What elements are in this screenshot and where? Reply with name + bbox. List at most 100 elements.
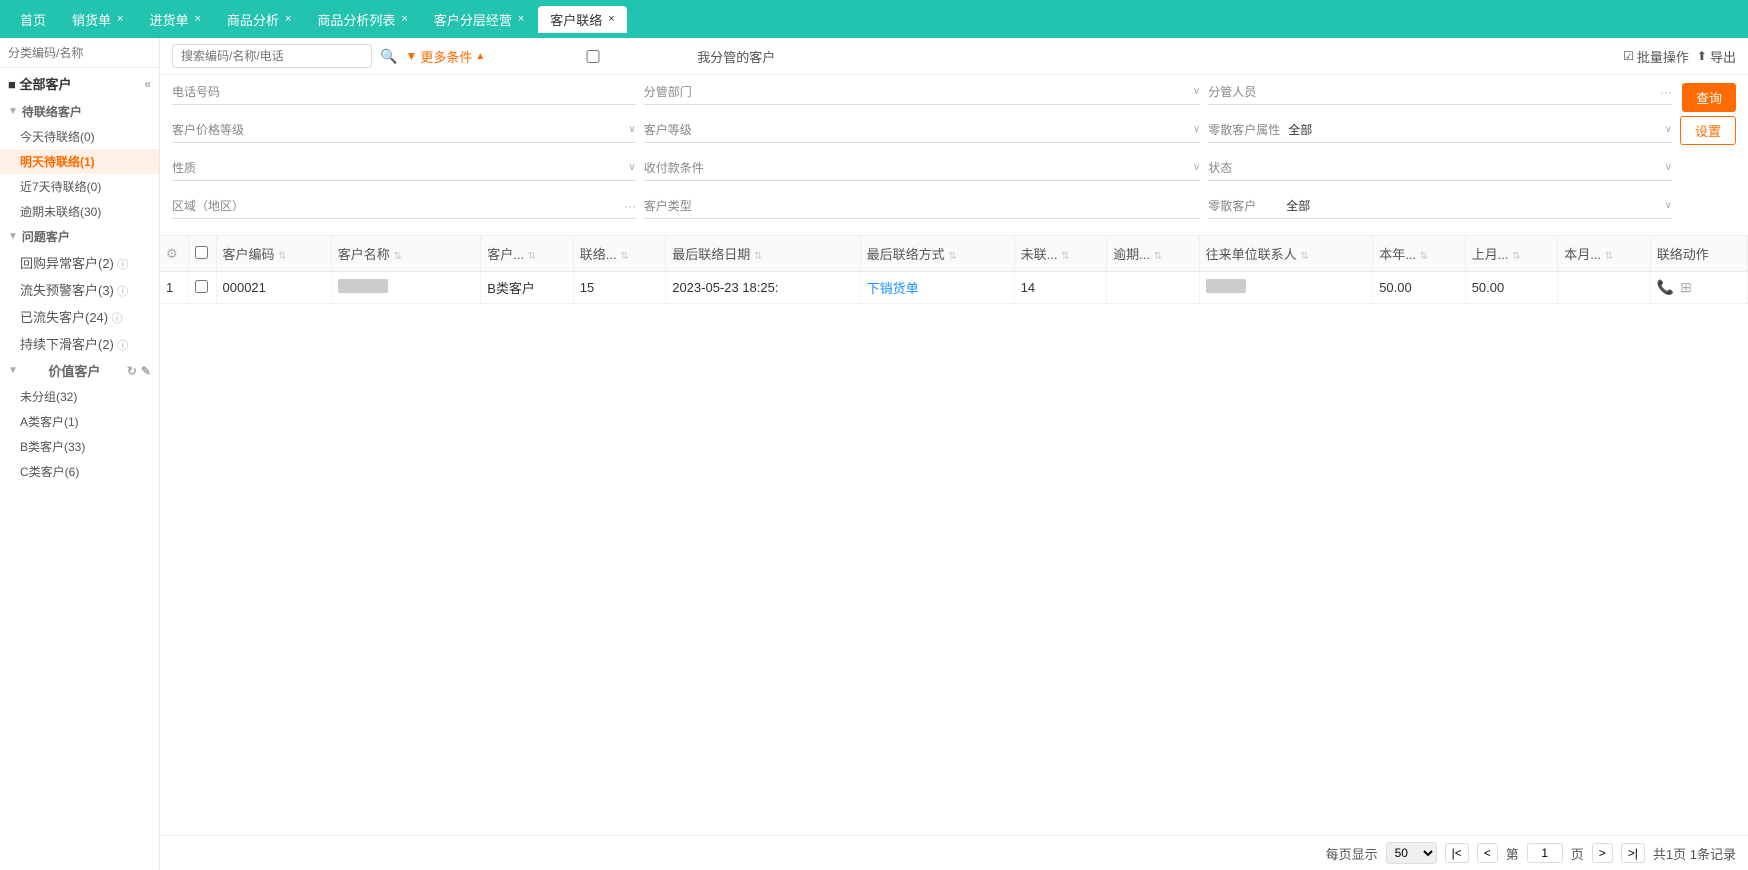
- gear-icon[interactable]: ⚙: [166, 246, 178, 261]
- last-page-button[interactable]: >|: [1621, 843, 1645, 863]
- close-customer-tier-icon[interactable]: ×: [518, 13, 524, 25]
- sidebar-tomorrow-contact[interactable]: 明天待联络(1): [0, 149, 159, 174]
- col-last-contact-method[interactable]: 最后联络方式 ⇅: [860, 236, 1014, 272]
- col-customer-name[interactable]: 客户名称 ⇅: [331, 236, 481, 272]
- col-year-amount[interactable]: 本年... ⇅: [1373, 236, 1466, 272]
- customer-level-arrow-icon[interactable]: ∨: [1193, 124, 1200, 135]
- sidebar-repurchase-abnormal[interactable]: 回购异常客户(2) ⓘ: [0, 249, 159, 276]
- page-size-label: 每页显示: [1326, 844, 1378, 863]
- first-page-button[interactable]: |<: [1445, 843, 1469, 863]
- filter-price-level-input[interactable]: [252, 123, 624, 137]
- filter-phone-input[interactable]: [250, 85, 636, 99]
- col-settings[interactable]: ⚙: [160, 236, 188, 272]
- sidebar-search-box[interactable]: 🔍: [0, 38, 159, 68]
- col-last-contact-date[interactable]: 最后联络日期 ⇅: [666, 236, 860, 272]
- grid-icon[interactable]: ⊞: [1680, 279, 1692, 296]
- col-last-month[interactable]: 上月... ⇅: [1465, 236, 1558, 272]
- export-button[interactable]: ⬆ 导出: [1697, 47, 1736, 66]
- col-overdue[interactable]: 逾期... ⇅: [1107, 236, 1200, 272]
- row-checkbox[interactable]: [195, 280, 208, 293]
- col-uncontacted[interactable]: 未联... ⇅: [1014, 236, 1107, 272]
- col-contact-person[interactable]: 往来单位联系人 ⇅: [1199, 236, 1373, 272]
- payment-arrow-icon[interactable]: ∨: [1193, 162, 1200, 173]
- settings-button[interactable]: 设置: [1680, 116, 1736, 145]
- filter-payment-input[interactable]: [722, 161, 1189, 175]
- sidebar-class-a[interactable]: A类客户(1): [0, 409, 159, 434]
- col-checkbox[interactable]: [188, 236, 216, 272]
- sidebar-ungrouped[interactable]: 未分组(32): [0, 384, 159, 409]
- phone-icon[interactable]: 📞: [1657, 279, 1674, 296]
- group-value-customers[interactable]: 价值客户 ↻ ✎: [0, 357, 159, 384]
- price-level-arrow-icon[interactable]: ∨: [628, 124, 635, 135]
- batch-operation-button[interactable]: ☑ 批量操作: [1623, 47, 1689, 66]
- status-arrow-icon[interactable]: ∨: [1665, 162, 1672, 173]
- all-customers-header[interactable]: ■ 全部客户 «: [0, 68, 159, 99]
- page-size-select[interactable]: 50 100 200: [1386, 842, 1437, 864]
- filter-department-input[interactable]: [722, 85, 1189, 99]
- search-bar: 🔍 ▼ 更多条件 ▲ 我分管的客户 ☑ 批量操作 ⬆ 导出: [160, 38, 1748, 75]
- filter-customer-level-input[interactable]: [722, 123, 1189, 137]
- department-arrow-icon[interactable]: ∨: [1193, 86, 1200, 97]
- sidebar-class-b[interactable]: B类客户(33): [0, 434, 159, 459]
- region-dots-icon[interactable]: ···: [624, 199, 636, 213]
- row-checkbox-cell[interactable]: [188, 272, 216, 304]
- sidebar-churned[interactable]: 已流失客户(24) ⓘ: [0, 303, 159, 330]
- group-pending-contact[interactable]: 待联络客户: [0, 99, 159, 124]
- my-customers-check[interactable]: [493, 50, 693, 63]
- filter-status-input[interactable]: [1286, 161, 1660, 175]
- filter-region-input[interactable]: [252, 199, 620, 213]
- row-action-icons: 📞 ⊞: [1650, 272, 1747, 304]
- contact-method-link[interactable]: 下销货单: [867, 281, 919, 296]
- refresh-icon[interactable]: ↻: [127, 364, 137, 378]
- filter-arrow-icon: ▲: [475, 51, 485, 62]
- filter-customer-type-input[interactable]: [722, 199, 1201, 213]
- nav-purchase[interactable]: 进货单 ×: [137, 6, 212, 33]
- close-purchase-icon[interactable]: ×: [194, 13, 200, 25]
- page-input[interactable]: [1527, 843, 1563, 863]
- sidebar-overdue-contact[interactable]: 逾期未联络(30): [0, 199, 159, 224]
- sidebar-declining[interactable]: 持续下滑客户(2) ⓘ: [0, 330, 159, 357]
- sort-type-icon: ⇅: [528, 251, 536, 262]
- retail-customer-arrow-icon[interactable]: ∨: [1665, 200, 1672, 211]
- nav-sales[interactable]: 销货单 ×: [60, 6, 135, 33]
- filter-manager-input[interactable]: [1286, 85, 1656, 99]
- nav-home[interactable]: 首页: [8, 6, 58, 33]
- col-customer-code[interactable]: 客户编码 ⇅: [216, 236, 331, 272]
- search-button[interactable]: 🔍: [380, 48, 397, 65]
- prev-page-button[interactable]: <: [1477, 843, 1498, 863]
- edit-icon[interactable]: ✎: [141, 364, 151, 378]
- next-page-button[interactable]: >: [1592, 843, 1613, 863]
- sidebar-class-c[interactable]: C类客户(6): [0, 459, 159, 484]
- table-footer: 每页显示 50 100 200 |< < 第 页 > >| 共1页 1条记录: [160, 835, 1748, 870]
- close-analysis-list-icon[interactable]: ×: [401, 13, 407, 25]
- sidebar-today-contact[interactable]: 今天待联络(0): [0, 124, 159, 149]
- table-row: 1 000021 B类客户 15 2023-05-23 18:25: 下销货单: [160, 272, 1748, 304]
- nature-arrow-icon[interactable]: ∨: [628, 162, 635, 173]
- select-all-checkbox[interactable]: [195, 246, 208, 259]
- nav-analysis[interactable]: 商品分析 ×: [215, 6, 303, 33]
- more-filter-button[interactable]: ▼ 更多条件 ▲: [405, 47, 485, 66]
- search-input[interactable]: [172, 44, 372, 68]
- col-contact-count[interactable]: 联络... ⇅: [573, 236, 666, 272]
- close-customer-contact-icon[interactable]: ×: [608, 13, 614, 25]
- query-button[interactable]: 查询: [1682, 83, 1736, 112]
- row-year-amount: 50.00: [1373, 272, 1466, 304]
- nav-customer-contact[interactable]: 客户联络 ×: [538, 6, 626, 33]
- group-problem-customers[interactable]: 问题客户: [0, 224, 159, 249]
- sort-overdue-icon: ⇅: [1154, 251, 1162, 262]
- close-analysis-icon[interactable]: ×: [285, 13, 291, 25]
- retail-attr-arrow-icon[interactable]: ∨: [1665, 124, 1672, 135]
- close-sales-icon[interactable]: ×: [117, 13, 123, 25]
- sidebar-search-input[interactable]: [8, 46, 160, 60]
- filter-nature-input[interactable]: [250, 161, 624, 175]
- col-this-month[interactable]: 本月... ⇅: [1558, 236, 1651, 272]
- sidebar-7days-contact[interactable]: 近7天待联络(0): [0, 174, 159, 199]
- sort-year-icon: ⇅: [1420, 251, 1428, 262]
- nav-analysis-list[interactable]: 商品分析列表 ×: [305, 6, 419, 33]
- manager-dots-icon[interactable]: ···: [1660, 85, 1672, 99]
- sort-person-icon: ⇅: [1300, 251, 1308, 262]
- sidebar-churn-warning[interactable]: 流失预警客户(3) ⓘ: [0, 276, 159, 303]
- col-customer-type[interactable]: 客户... ⇅: [481, 236, 574, 272]
- nav-customer-tier[interactable]: 客户分层经营 ×: [422, 6, 536, 33]
- my-customers-checkbox[interactable]: 我分管的客户: [493, 47, 775, 66]
